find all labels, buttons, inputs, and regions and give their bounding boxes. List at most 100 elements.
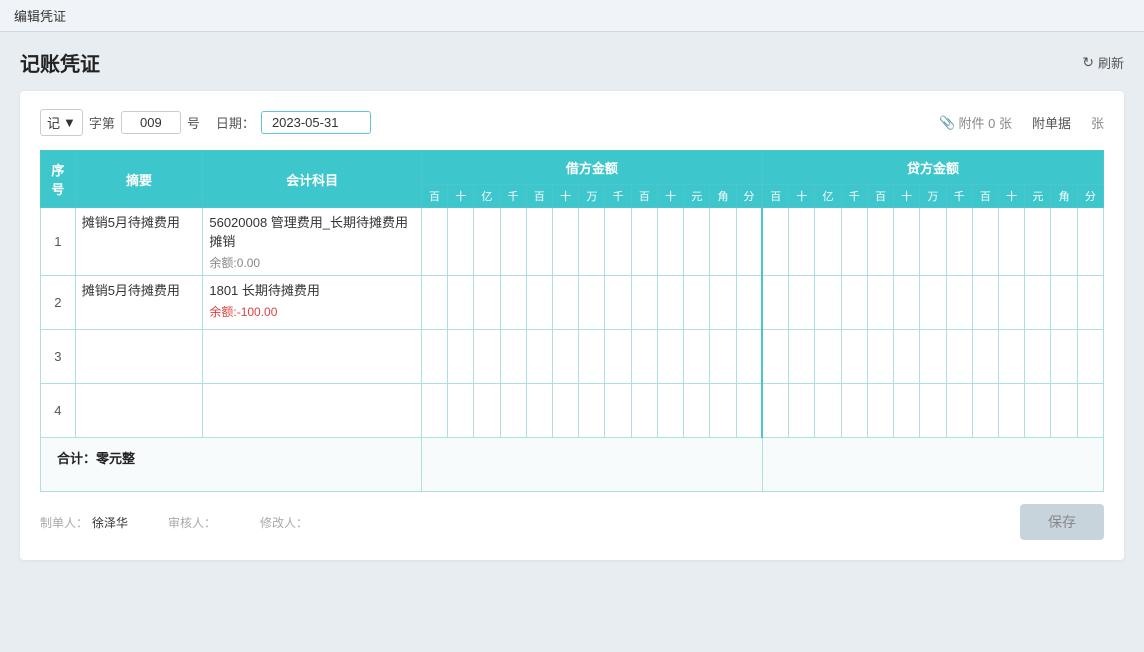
row1-d7[interactable]	[579, 208, 605, 276]
row1-d5[interactable]	[526, 208, 552, 276]
row2-c7[interactable]	[920, 276, 946, 330]
row3-d10[interactable]	[657, 330, 683, 384]
row1-d13[interactable]	[736, 208, 762, 276]
row3-d7[interactable]	[579, 330, 605, 384]
row3-c2[interactable]	[789, 330, 815, 384]
row1-c2[interactable]	[789, 208, 815, 276]
row4-c2[interactable]	[789, 384, 815, 438]
row3-c7[interactable]	[920, 330, 946, 384]
row1-c4[interactable]	[841, 208, 867, 276]
row3-c3[interactable]	[815, 330, 841, 384]
row1-summary[interactable]: 摊销5月待摊费用	[75, 208, 203, 276]
row1-d3[interactable]	[474, 208, 500, 276]
row2-c10[interactable]	[999, 276, 1025, 330]
row4-c5[interactable]	[867, 384, 893, 438]
row3-summary[interactable]	[75, 330, 203, 384]
row2-d12[interactable]	[710, 276, 736, 330]
row3-d9[interactable]	[631, 330, 657, 384]
row2-d7[interactable]	[579, 276, 605, 330]
row4-d1[interactable]	[421, 384, 447, 438]
row2-c5[interactable]	[867, 276, 893, 330]
row2-d6[interactable]	[553, 276, 579, 330]
row4-c12[interactable]	[1051, 384, 1077, 438]
row4-d6[interactable]	[553, 384, 579, 438]
row1-c9[interactable]	[972, 208, 998, 276]
row4-d2[interactable]	[448, 384, 474, 438]
row1-d9[interactable]	[631, 208, 657, 276]
row4-c6[interactable]	[894, 384, 920, 438]
row3-account[interactable]	[203, 330, 421, 384]
row2-c4[interactable]	[841, 276, 867, 330]
row1-d2[interactable]	[448, 208, 474, 276]
row2-d11[interactable]	[684, 276, 710, 330]
row3-d6[interactable]	[553, 330, 579, 384]
refresh-button[interactable]: ↻ 刷新	[1082, 53, 1124, 72]
row4-c11[interactable]	[1025, 384, 1051, 438]
row3-d4[interactable]	[500, 330, 526, 384]
row3-d1[interactable]	[421, 330, 447, 384]
row4-d7[interactable]	[579, 384, 605, 438]
row2-c1[interactable]	[762, 276, 788, 330]
row3-c9[interactable]	[972, 330, 998, 384]
row1-c8[interactable]	[946, 208, 972, 276]
row2-d9[interactable]	[631, 276, 657, 330]
row1-d8[interactable]	[605, 208, 631, 276]
row4-d13[interactable]	[736, 384, 762, 438]
row3-c4[interactable]	[841, 330, 867, 384]
row4-c4[interactable]	[841, 384, 867, 438]
row2-c9[interactable]	[972, 276, 998, 330]
row4-c8[interactable]	[946, 384, 972, 438]
row1-c7[interactable]	[920, 208, 946, 276]
row4-d11[interactable]	[684, 384, 710, 438]
row2-d1[interactable]	[421, 276, 447, 330]
row1-d4[interactable]	[500, 208, 526, 276]
row4-summary[interactable]	[75, 384, 203, 438]
row1-d1[interactable]	[421, 208, 447, 276]
row2-c11[interactable]	[1025, 276, 1051, 330]
row2-c12[interactable]	[1051, 276, 1077, 330]
row2-d8[interactable]	[605, 276, 631, 330]
row4-c9[interactable]	[972, 384, 998, 438]
row1-d12[interactable]	[710, 208, 736, 276]
row4-d10[interactable]	[657, 384, 683, 438]
row1-d6[interactable]	[553, 208, 579, 276]
row3-c1[interactable]	[762, 330, 788, 384]
date-input[interactable]	[261, 111, 371, 134]
row2-c8[interactable]	[946, 276, 972, 330]
row2-c3[interactable]	[815, 276, 841, 330]
row2-d5[interactable]	[526, 276, 552, 330]
row2-d13[interactable]	[736, 276, 762, 330]
row3-c12[interactable]	[1051, 330, 1077, 384]
row2-d10[interactable]	[657, 276, 683, 330]
row4-d4[interactable]	[500, 384, 526, 438]
row3-c13[interactable]	[1077, 330, 1103, 384]
row1-account[interactable]: 56020008 管理费用_长期待摊费用摊销 余额:0.00	[203, 208, 421, 276]
attachment-link[interactable]: 📎 附件 0 张	[939, 113, 1012, 132]
row1-c5[interactable]	[867, 208, 893, 276]
row2-d2[interactable]	[448, 276, 474, 330]
row1-c13[interactable]	[1077, 208, 1103, 276]
row3-c11[interactable]	[1025, 330, 1051, 384]
voucher-number-input[interactable]	[121, 111, 181, 134]
row2-c2[interactable]	[789, 276, 815, 330]
row4-d5[interactable]	[526, 384, 552, 438]
row4-account[interactable]	[203, 384, 421, 438]
row3-d2[interactable]	[448, 330, 474, 384]
row3-d3[interactable]	[474, 330, 500, 384]
row4-c1[interactable]	[762, 384, 788, 438]
row4-c3[interactable]	[815, 384, 841, 438]
row3-c6[interactable]	[894, 330, 920, 384]
row3-c10[interactable]	[999, 330, 1025, 384]
save-button[interactable]: 保存	[1020, 504, 1104, 540]
row3-d11[interactable]	[684, 330, 710, 384]
row4-c7[interactable]	[920, 384, 946, 438]
row2-account[interactable]: 1801 长期待摊费用 余额:-100.00	[203, 276, 421, 330]
row2-summary[interactable]: 摊销5月待摊费用	[75, 276, 203, 330]
row4-c10[interactable]	[999, 384, 1025, 438]
voucher-type-select[interactable]: 记 ▼	[40, 109, 83, 136]
row1-c6[interactable]	[894, 208, 920, 276]
row1-c11[interactable]	[1025, 208, 1051, 276]
row1-c1[interactable]	[762, 208, 788, 276]
row1-c3[interactable]	[815, 208, 841, 276]
row4-d9[interactable]	[631, 384, 657, 438]
